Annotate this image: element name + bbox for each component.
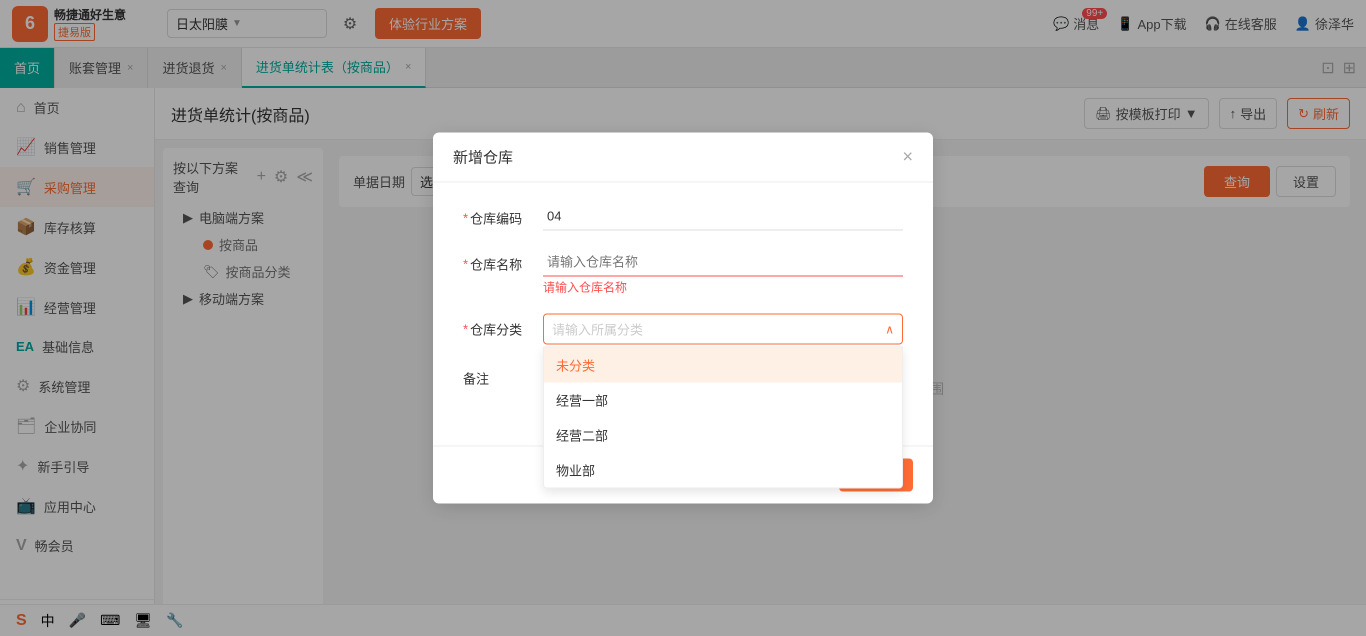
dialog-add-warehouse: 新增仓库 × * 仓库编码 * 仓库名称 请输入仓库名称	[433, 133, 933, 504]
dropdown-item-3[interactable]: 物业部	[544, 453, 902, 488]
dropdown-item-1[interactable]: 经营一部	[544, 383, 902, 418]
category-control: 请输入所属分类 ∧ 未分类 经营一部 经营二部 物业部	[543, 314, 903, 345]
form-row-category: * 仓库分类 请输入所属分类 ∧ 未分类 经营一部 经营二部 物业部	[463, 314, 903, 345]
name-control: 请输入仓库名称	[543, 249, 903, 296]
code-control	[543, 203, 903, 231]
name-label: * 仓库名称	[463, 249, 543, 274]
dialog-header: 新增仓库 ×	[433, 133, 933, 183]
form-row-code: * 仓库编码	[463, 203, 903, 231]
dialog-title: 新增仓库	[453, 147, 513, 168]
category-placeholder: 请输入所属分类	[552, 320, 643, 339]
select-arrow-up-icon[interactable]: ∧	[885, 322, 894, 336]
dialog-close-btn[interactable]: ×	[902, 147, 913, 168]
category-dropdown: 未分类 经营一部 经营二部 物业部	[543, 347, 903, 489]
dropdown-item-0[interactable]: 未分类	[544, 348, 902, 383]
remark-label: 备注	[463, 363, 543, 388]
category-select[interactable]: 请输入所属分类 ∧	[543, 314, 903, 345]
dialog-body: * 仓库编码 * 仓库名称 请输入仓库名称 * 仓库分类	[433, 183, 933, 446]
name-error-msg: 请输入仓库名称	[543, 279, 903, 296]
name-input[interactable]	[543, 249, 903, 277]
code-label: * 仓库编码	[463, 203, 543, 228]
code-input[interactable]	[543, 203, 903, 231]
category-label: * 仓库分类	[463, 314, 543, 339]
form-row-name: * 仓库名称 请输入仓库名称	[463, 249, 903, 296]
dropdown-item-2[interactable]: 经营二部	[544, 418, 902, 453]
